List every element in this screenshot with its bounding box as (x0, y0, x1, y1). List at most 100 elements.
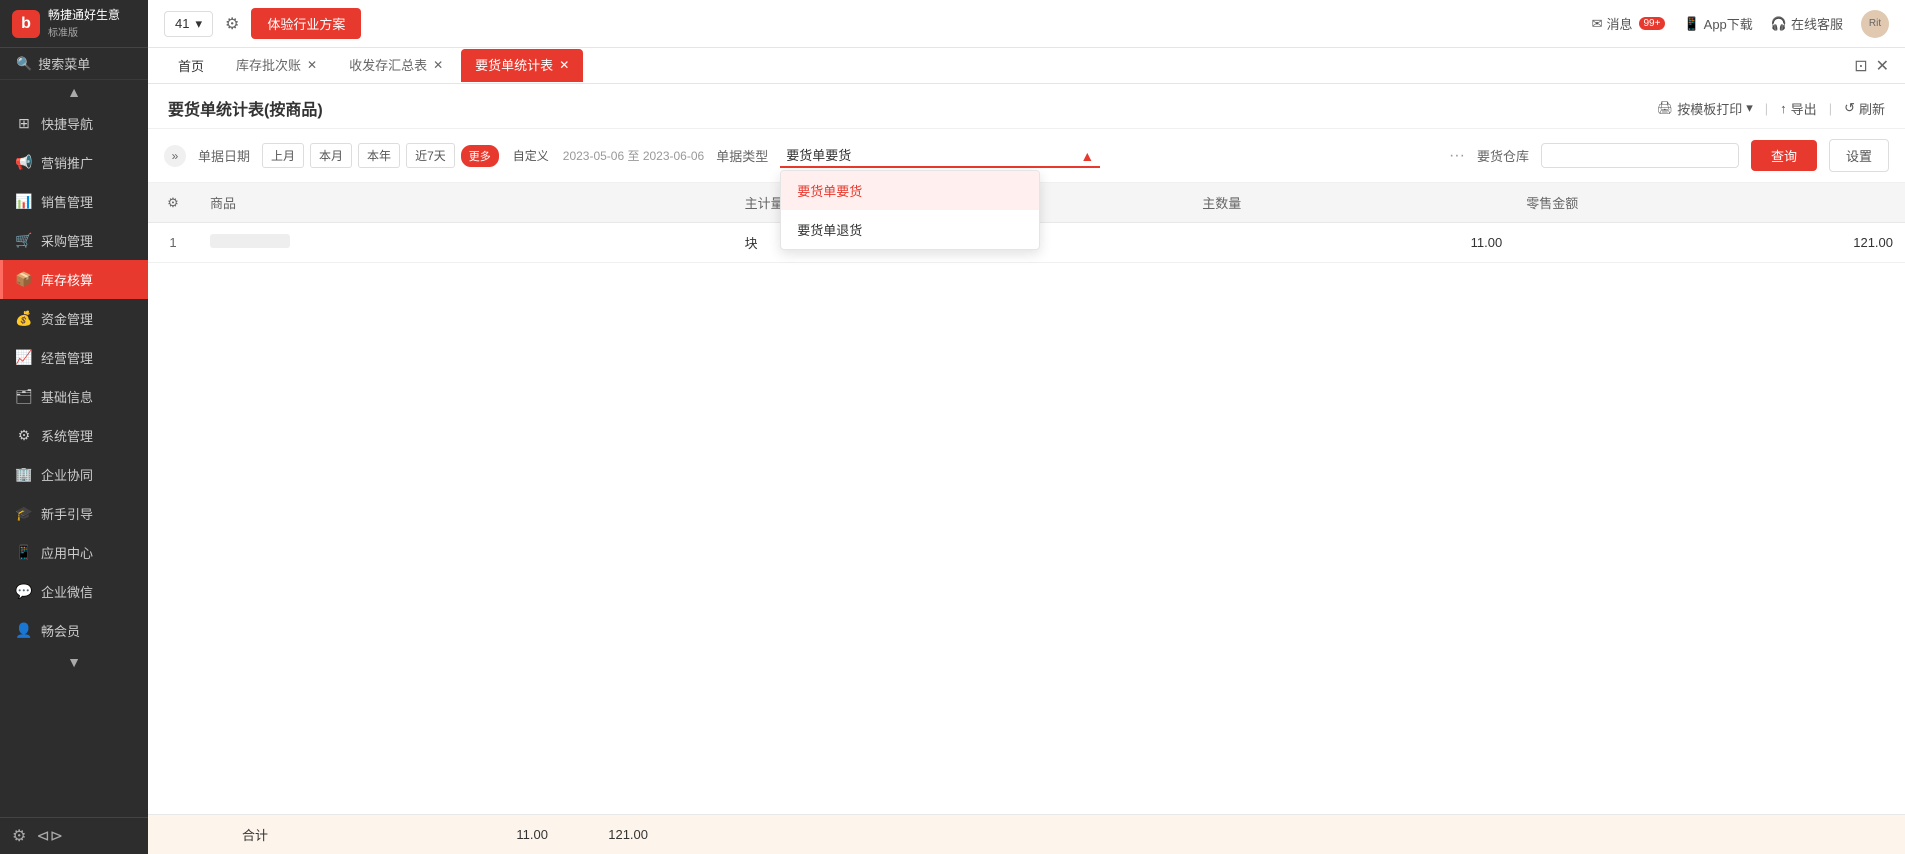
sidebar-item-sales[interactable]: 📊销售管理 (0, 182, 148, 221)
date-filter-group: 上月 本月 本年 近7天 更多 自定义 2023-05-06 至 2023-06… (262, 143, 704, 168)
service-label: 在线客服 (1791, 14, 1843, 33)
nav-label-finance: 资金管理 (41, 309, 136, 328)
type-option-return[interactable]: 要货单退货 (781, 210, 1039, 249)
sidebar-item-basic[interactable]: 🗂基础信息 (0, 377, 148, 416)
trial-btn[interactable]: 体验行业方案 (251, 8, 361, 39)
tab-inventory-batch[interactable]: 库存批次账 ✕ (222, 49, 331, 82)
sidebar-item-purchase[interactable]: 🛒采购管理 (0, 221, 148, 260)
cell-amount: 121.00 (1514, 223, 1905, 263)
warehouse-filter-input[interactable] (1541, 143, 1739, 168)
nav-label-member: 畅会员 (41, 621, 136, 640)
settings-btn[interactable]: 设置 (1829, 139, 1889, 172)
tab-maximize-btn[interactable]: ⊡ (1854, 56, 1867, 76)
tab-inventory-batch-close[interactable]: ✕ (307, 58, 317, 72)
tab-collect-send[interactable]: 收发存汇总表 ✕ (335, 49, 457, 82)
nav-label-quick-nav: 快捷导航 (41, 114, 136, 133)
nav-label-purchase: 采购管理 (41, 231, 136, 250)
topbar-right: ✉ 消息 99+ 📱 App下载 🎧 在线客服 Rit (1592, 10, 1889, 38)
filter-expand-btn[interactable]: » (164, 145, 186, 167)
export-btn[interactable]: ↑ 导出 (1780, 99, 1817, 118)
app-name: 畅捷通好生意 (48, 8, 120, 24)
date-cur-month-btn[interactable]: 本月 (310, 143, 352, 168)
type-filter-input[interactable] (780, 143, 1100, 168)
sidebar-item-system[interactable]: ⚙系统管理 (0, 416, 148, 455)
sidebar-scroll-down[interactable]: ▼ (0, 650, 148, 674)
nav-icon-appstore: 📱 (15, 544, 33, 561)
date-custom-btn[interactable]: 自定义 (505, 144, 557, 167)
nav-label-wechat: 企业微信 (41, 582, 136, 601)
tab-requisition-stat[interactable]: 要货单统计表 ✕ (461, 49, 583, 82)
sidebar-item-enterprise[interactable]: 🏢 企业协同 (0, 455, 148, 494)
date-prev-month-btn[interactable]: 上月 (262, 143, 304, 168)
nav-label-operation: 经营管理 (41, 348, 136, 367)
sidebar-item-marketing[interactable]: 📢 营销推广 (0, 143, 148, 182)
sidebar-item-inventory[interactable]: 📦库存核算 (0, 260, 148, 299)
tabs-actions: ⊡ ✕ (1854, 56, 1889, 76)
collapse-icon[interactable]: ⊲⊳ (36, 826, 63, 846)
sidebar-search[interactable]: 🔍 搜索菜单 (0, 48, 148, 80)
refresh-btn[interactable]: ↺ 刷新 (1844, 99, 1885, 118)
nav-icon-system: ⚙ (15, 427, 33, 444)
app-download-btn[interactable]: 📱 App下载 (1683, 14, 1752, 33)
tab-collect-send-label: 收发存汇总表 (349, 55, 427, 74)
sidebar-item-operation[interactable]: 📈经营管理 (0, 338, 148, 377)
tab-requisition-stat-close[interactable]: ✕ (559, 58, 569, 72)
refresh-icon: ↺ (1844, 100, 1855, 116)
app-download-label: App下载 (1704, 14, 1753, 33)
user-avatar[interactable]: Rit (1861, 10, 1889, 38)
cell-product (198, 223, 733, 263)
sidebar: b 畅捷通好生意 标准版 🔍 搜索菜单 ▲ ⊞ 快捷导航 📢 营销推广 📊销售管理🛒采购… (0, 0, 148, 854)
cell-qty: 11.00 (1190, 223, 1514, 263)
app-icon: 📱 (1683, 16, 1699, 32)
messages-btn[interactable]: ✉ 消息 99+ (1592, 14, 1666, 33)
sidebar-item-appstore[interactable]: 📱应用中心 (0, 533, 148, 572)
tenant-selector[interactable]: 41 ▾ (164, 11, 213, 37)
tab-collect-send-close[interactable]: ✕ (433, 58, 443, 72)
sidebar-item-newbie[interactable]: 🎓新手引导 (0, 494, 148, 533)
type-arrow-icon[interactable]: ▲ (1080, 148, 1094, 164)
topbar: 41 ▾ ⚙ 体验行业方案 ✉ 消息 99+ 📱 App下载 🎧 在线客服 Ri… (148, 0, 1905, 48)
nav-icon-enterprise: 🏢 (15, 466, 33, 483)
app-edition: 标准版 (48, 24, 120, 39)
col-settings[interactable]: ⚙ (148, 183, 198, 223)
settings-icon[interactable]: ⚙ (12, 826, 26, 846)
sidebar-item-finance[interactable]: 💰资金管理 (0, 299, 148, 338)
date-7days-btn[interactable]: 近7天 (406, 143, 455, 168)
warehouse-filter-label: 要货仓库 (1477, 146, 1529, 165)
date-cur-year-btn[interactable]: 本年 (358, 143, 400, 168)
topbar-left: 41 ▾ ⚙ 体验行业方案 (164, 8, 361, 39)
query-btn[interactable]: 查询 (1751, 140, 1817, 171)
filter-more-icon[interactable]: ··· (1449, 147, 1465, 165)
print-icon: 🖨 (1657, 100, 1674, 116)
sidebar-logo: b 畅捷通好生意 标准版 (0, 0, 148, 48)
sidebar-scroll-up[interactable]: ▲ (0, 80, 148, 104)
app-logo-icon: b (12, 10, 40, 38)
nav-icon-quick-nav: ⊞ (15, 115, 33, 132)
refresh-label: 刷新 (1859, 99, 1885, 118)
date-more-btn[interactable]: 更多 (461, 145, 499, 167)
sidebar-item-quick-nav[interactable]: ⊞ 快捷导航 (0, 104, 148, 143)
nav-label-marketing: 营销推广 (41, 153, 136, 172)
tab-home-label: 首页 (178, 56, 204, 75)
tab-close-all-btn[interactable]: ✕ (1876, 56, 1889, 76)
service-btn[interactable]: 🎧 在线客服 (1771, 14, 1843, 33)
date-filter-label: 单据日期 (198, 146, 250, 165)
sidebar-item-wechat[interactable]: 💬企业微信 (0, 572, 148, 611)
messages-badge: 99+ (1639, 17, 1666, 30)
nav-icon-marketing: 📢 (15, 154, 33, 171)
sidebar-item-member[interactable]: 👤畅会员 (0, 611, 148, 650)
type-option-order[interactable]: 要货单要货 (781, 171, 1039, 210)
print-btn[interactable]: 🖨 按模板打印 ▾ (1657, 99, 1753, 118)
nav-label-enterprise: 企业协同 (41, 465, 136, 484)
main-area: 41 ▾ ⚙ 体验行业方案 ✉ 消息 99+ 📱 App下载 🎧 在线客服 Ri… (148, 0, 1905, 854)
page-header: 要货单统计表(按商品) 🖨 按模板打印 ▾ | ↑ 导出 | ↺ 刷新 (148, 84, 1905, 129)
tenant-value: 41 (175, 16, 189, 31)
tab-home[interactable]: 首页 (164, 50, 218, 81)
filter-row: » 单据日期 上月 本月 本年 近7天 更多 自定义 2023-05-06 至 … (164, 139, 1889, 172)
type-input-container: ▲ 要货单要货 要货单退货 (780, 143, 1100, 168)
chevron-down-icon: ▾ (195, 16, 202, 32)
topbar-gear-icon[interactable]: ⚙ (225, 14, 239, 34)
nav-icon-newbie: 🎓 (15, 505, 33, 522)
nav-label-basic: 基础信息 (41, 387, 136, 406)
page-actions: 🖨 按模板打印 ▾ | ↑ 导出 | ↺ 刷新 (1657, 99, 1885, 118)
